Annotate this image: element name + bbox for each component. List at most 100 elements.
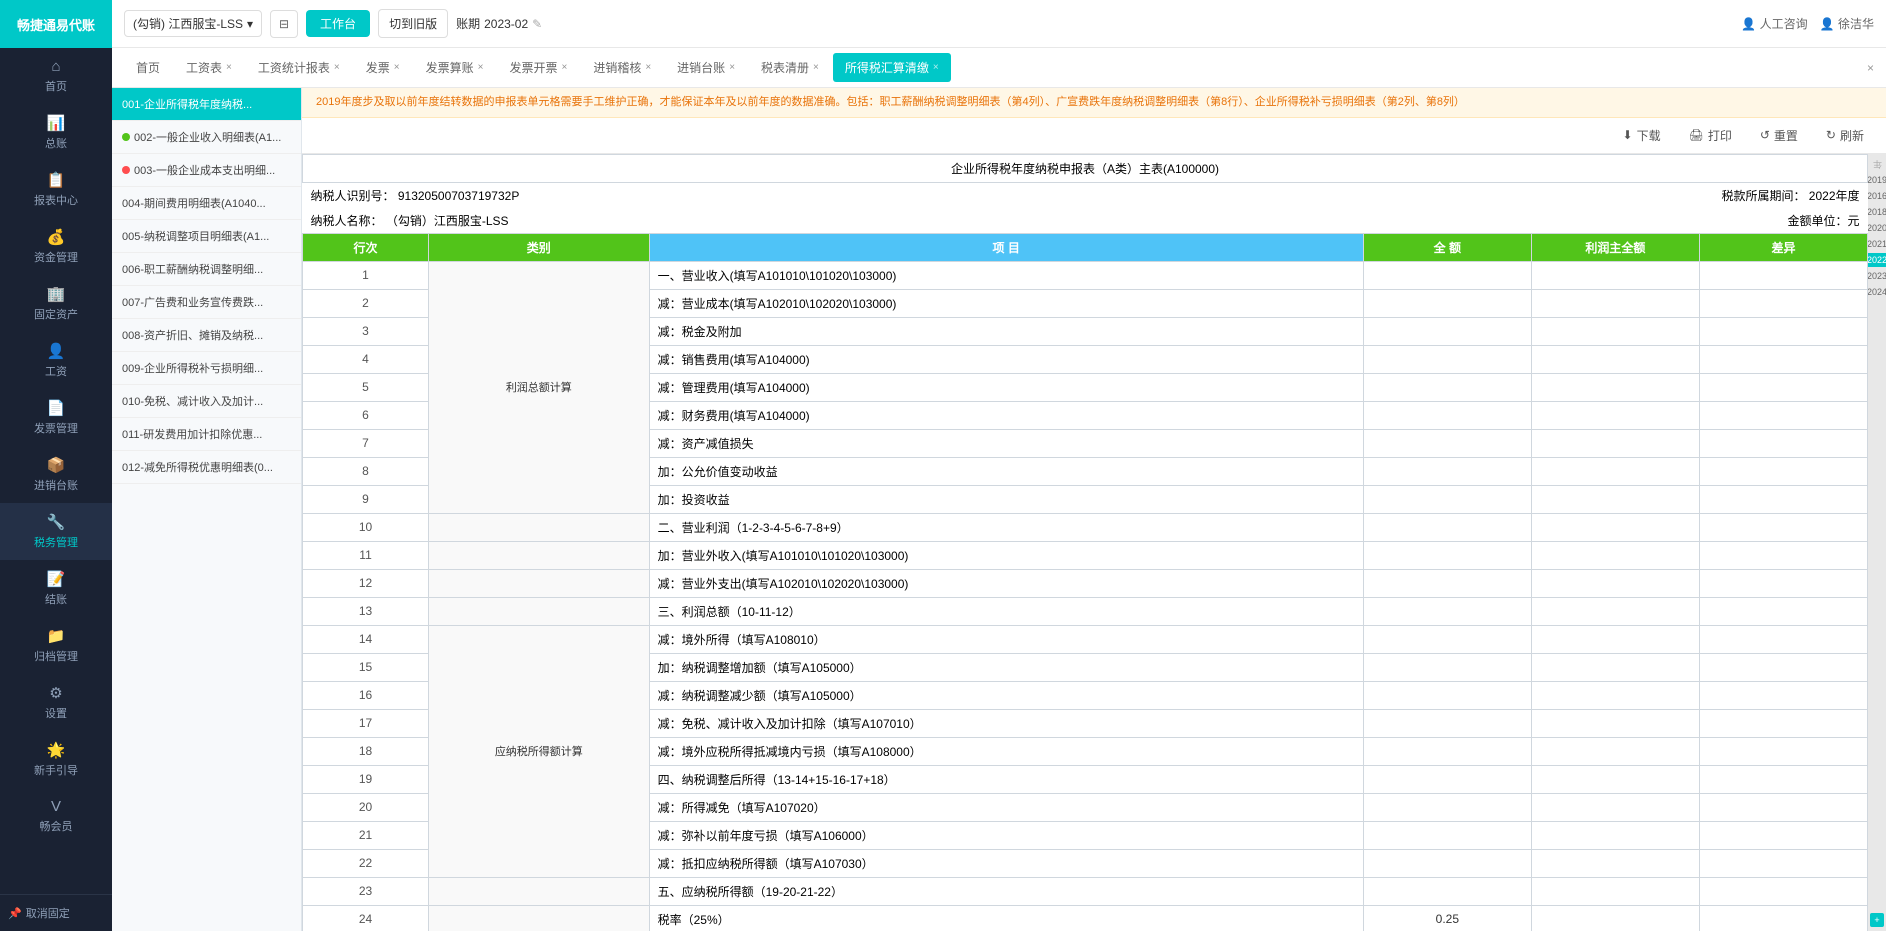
close-icon[interactable]: × bbox=[933, 62, 939, 73]
tab-invoice-open[interactable]: 发票开票 × bbox=[497, 53, 579, 82]
close-icon[interactable]: × bbox=[813, 62, 819, 73]
timeline-2022[interactable]: 2022 bbox=[1868, 253, 1886, 267]
sidebar-item-label: 进销台账 bbox=[34, 477, 78, 493]
timeline-2020[interactable]: 2020 bbox=[1868, 221, 1886, 235]
workbench-button[interactable]: 工作台 bbox=[306, 10, 370, 37]
left-panel-item-003[interactable]: 003-一般企业成本支出明细... bbox=[112, 154, 301, 187]
left-panel-item-007[interactable]: 007-广告费和业务宣传费跌... bbox=[112, 286, 301, 319]
close-icon[interactable]: × bbox=[226, 62, 232, 73]
item-label: 007-广告费和业务宣传费跌... bbox=[122, 294, 263, 310]
table-row: 10 二、营业利润（1-2-3-4-5-6-7-8+9） bbox=[303, 513, 1868, 541]
timeline-2021[interactable]: 2021 bbox=[1868, 237, 1886, 251]
cell-item: 加：营业外收入(填写A101010\101020\103000) bbox=[649, 541, 1363, 569]
cell-amount bbox=[1363, 849, 1531, 877]
close-icon[interactable]: × bbox=[645, 62, 651, 73]
sidebar-item-label: 报表中心 bbox=[34, 192, 78, 208]
timeline-action-btn[interactable]: + bbox=[1870, 913, 1884, 927]
tax-period: 2022年度 bbox=[1809, 189, 1860, 203]
sidebar-item-stockledger[interactable]: 📦 进销台账 bbox=[0, 446, 112, 503]
sidebar-item-label: 畅会员 bbox=[40, 818, 73, 834]
tax-period-label: 税款所属期间： bbox=[1721, 189, 1805, 203]
cell-diff bbox=[1699, 709, 1867, 737]
sidebar-item-settings[interactable]: ⚙ 设置 bbox=[0, 674, 112, 731]
sidebar-item-settle[interactable]: 📝 结账 bbox=[0, 560, 112, 617]
left-panel-item-011[interactable]: 011-研发费用加计扣除优惠... bbox=[112, 418, 301, 451]
tab-invoice[interactable]: 发票 × bbox=[354, 53, 412, 82]
sidebar-item-archive[interactable]: 📁 归档管理 bbox=[0, 617, 112, 674]
finance-icon: 💰 bbox=[47, 228, 66, 246]
tab-tax-summary[interactable]: 税表清册 × bbox=[749, 53, 831, 82]
tab-purchase-check[interactable]: 进销稽核 × bbox=[581, 53, 663, 82]
timeline-2019[interactable]: 2019 bbox=[1868, 173, 1886, 187]
close-icon[interactable]: × bbox=[478, 62, 484, 73]
refresh-button[interactable]: ↻ 刷新 bbox=[1818, 124, 1872, 147]
cell-item: 减：免税、减计收入及加计扣除（填写A107010） bbox=[649, 709, 1363, 737]
chevron-down-icon: ▾ bbox=[247, 17, 253, 31]
close-all-icon[interactable]: × bbox=[1867, 61, 1874, 75]
print-button[interactable]: 🖨 打印 bbox=[1681, 124, 1740, 147]
left-panel-item-006[interactable]: 006-职工薪酬纳税调整明细... bbox=[112, 253, 301, 286]
tab-income-tax[interactable]: 所得税汇算清缴 × bbox=[833, 53, 951, 82]
timeline-2023[interactable]: 2023 bbox=[1868, 269, 1886, 283]
reset-button[interactable]: ↺ 重置 bbox=[1752, 124, 1806, 147]
invoice-icon: 📄 bbox=[47, 399, 66, 417]
item-label: 009-企业所得税补亏损明细... bbox=[122, 360, 263, 376]
close-icon[interactable]: × bbox=[334, 62, 340, 73]
user-avatar: 👤 徐洁华 bbox=[1820, 15, 1874, 32]
print-icon-btn[interactable]: ⊟ bbox=[270, 10, 298, 38]
sidebar-item-reports[interactable]: 📋 报表中心 bbox=[0, 161, 112, 218]
cell-rownum: 22 bbox=[303, 849, 429, 877]
sidebar-item-label: 税务管理 bbox=[34, 534, 78, 550]
close-icon[interactable]: × bbox=[561, 62, 567, 73]
left-panel-item-009[interactable]: 009-企业所得税补亏损明细... bbox=[112, 352, 301, 385]
left-panel-item-002[interactable]: 002-一般企业收入明细表(A1... bbox=[112, 121, 301, 154]
sidebar-item-ledger[interactable]: 📊 总账 bbox=[0, 104, 112, 161]
tab-salary-stats[interactable]: 工资统计报表 × bbox=[246, 53, 352, 82]
tab-purchase-ledger[interactable]: 进销台账 × bbox=[665, 53, 747, 82]
cell-profit bbox=[1531, 709, 1699, 737]
left-panel-item-008[interactable]: 008-资产折旧、摊销及纳税... bbox=[112, 319, 301, 352]
cell-profit bbox=[1531, 513, 1699, 541]
left-panel-item-005[interactable]: 005-纳税调整项目明细表(A1... bbox=[112, 220, 301, 253]
timeline-2016[interactable]: 2016 bbox=[1868, 189, 1886, 203]
download-button[interactable]: ⬇ 下载 bbox=[1615, 124, 1669, 147]
item-label: 008-资产折旧、摊销及纳税... bbox=[122, 327, 263, 343]
cell-item: 三、利润总额（10-11-12） bbox=[649, 597, 1363, 625]
timeline-2024[interactable]: 2024 bbox=[1868, 285, 1886, 299]
tab-salary[interactable]: 工资表 × bbox=[174, 53, 244, 82]
cell-rownum: 24 bbox=[303, 905, 429, 931]
unpin-button[interactable]: 📌 取消固定 bbox=[0, 895, 112, 931]
left-panel-item-010[interactable]: 010-免税、减计收入及加计... bbox=[112, 385, 301, 418]
taxpayer-name-label: 纳税人名称： bbox=[311, 214, 383, 228]
cell-item: 减：销售费用(填写A104000) bbox=[649, 345, 1363, 373]
warning-bar: 2019年度步及取以前年度结转数据的申报表单元格需要手工维护正确，才能保证本年及… bbox=[302, 88, 1886, 118]
left-panel-item-001[interactable]: 001-企业所得税年度纳税... bbox=[112, 88, 301, 121]
cell-amount bbox=[1363, 485, 1531, 513]
timeline-2018[interactable]: 2018 bbox=[1868, 205, 1886, 219]
sidebar-item-salary[interactable]: 👤 工资 bbox=[0, 332, 112, 389]
sidebar-item-label: 结账 bbox=[45, 591, 67, 607]
sidebar-item-label: 归档管理 bbox=[34, 648, 78, 664]
cell-item: 减：境外应税所得抵减境内亏损（填写A108000） bbox=[649, 737, 1363, 765]
tab-home[interactable]: 首页 bbox=[124, 53, 172, 82]
sidebar-item-label: 资金管理 bbox=[34, 249, 78, 265]
period-value: 2023-02 bbox=[484, 17, 528, 31]
close-icon[interactable]: × bbox=[394, 62, 400, 73]
sidebar-item-tax[interactable]: 🔧 税务管理 bbox=[0, 503, 112, 560]
switch-old-button[interactable]: 切到旧版 bbox=[378, 9, 448, 38]
cell-amount bbox=[1363, 877, 1531, 905]
sidebar-item-label: 设置 bbox=[45, 705, 67, 721]
close-icon[interactable]: × bbox=[729, 62, 735, 73]
sidebar-item-invoice[interactable]: 📄 发票管理 bbox=[0, 389, 112, 446]
company-selector[interactable]: (勾销) 江西服宝-LSS ▾ bbox=[124, 10, 262, 37]
edit-icon[interactable]: ✎ bbox=[532, 17, 542, 31]
sidebar-item-guide[interactable]: 🌟 新手引导 bbox=[0, 731, 112, 788]
table-row: 13 三、利润总额（10-11-12） bbox=[303, 597, 1868, 625]
left-panel-item-004[interactable]: 004-期间费用明细表(A1040... bbox=[112, 187, 301, 220]
left-panel-item-012[interactable]: 012-减免所得税优惠明细表(0... bbox=[112, 451, 301, 484]
tab-invoice-calc[interactable]: 发票算账 × bbox=[414, 53, 496, 82]
sidebar-item-assets[interactable]: 🏢 固定资产 bbox=[0, 275, 112, 332]
sidebar-item-member[interactable]: V 畅会员 bbox=[0, 788, 112, 844]
sidebar-item-finance[interactable]: 💰 资金管理 bbox=[0, 218, 112, 275]
sidebar-item-home[interactable]: ⌂ 首页 bbox=[0, 48, 112, 104]
